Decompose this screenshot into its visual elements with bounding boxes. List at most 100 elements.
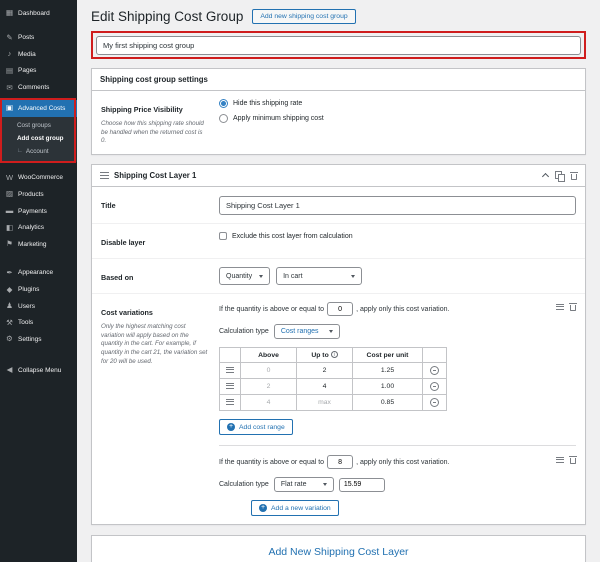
cost-range-row: 2 4 1.00: [219, 378, 447, 396]
radio-min-label: Apply minimum shipping cost: [233, 115, 324, 122]
flat-rate-amount-input[interactable]: [338, 477, 385, 492]
delete-variation-icon[interactable]: [568, 302, 577, 312]
condition-prefix: If the quantity is above or equal to: [219, 458, 325, 466]
appearance-icon: ✒: [6, 267, 13, 277]
cost-variations-description: Only the highest matching cost variation…: [101, 323, 208, 365]
radio-unchecked-icon: [219, 114, 228, 123]
exclude-layer-checkbox[interactable]: Exclude this cost layer from calculation: [219, 232, 576, 241]
sidebar-item-payments[interactable]: ▬ Payments: [0, 203, 77, 220]
sidebar-item-marketing[interactable]: ⚑ Marketing: [0, 236, 77, 253]
variation-2-threshold-input[interactable]: [327, 455, 354, 470]
upto-value[interactable]: 2: [296, 362, 353, 380]
radio-hide-label: Hide this shipping rate: [233, 100, 303, 107]
sidebar-item-tools[interactable]: ⚒ Tools: [0, 315, 77, 332]
sidebar-item-dashboard[interactable]: ▦ Dashboard: [0, 5, 77, 22]
info-icon[interactable]: i: [330, 351, 338, 359]
add-variation-button[interactable]: + Add a new variation: [251, 500, 339, 517]
based-on-scope-value: In cart: [283, 272, 303, 280]
add-new-layer-button[interactable]: Add New Shipping Cost Layer: [91, 535, 586, 562]
delete-variation-icon[interactable]: [568, 455, 577, 465]
group-name-input[interactable]: [96, 36, 581, 55]
sidebar-item-plugins[interactable]: ◆ Plugins: [0, 282, 77, 299]
sidebar-item-appearance[interactable]: ✒ Appearance: [0, 265, 77, 282]
sidebar-item-comments[interactable]: ✉ Comments: [0, 80, 77, 97]
sidebar-item-posts[interactable]: ✎ Posts: [0, 30, 77, 47]
sidebar-item-pages[interactable]: ▤ Pages: [0, 63, 77, 80]
variation-2-calc-type-select[interactable]: Flat rate: [273, 477, 334, 493]
remove-range-icon[interactable]: [430, 366, 439, 376]
variation-drag-handle-icon[interactable]: [556, 456, 564, 463]
upto-value: max: [296, 394, 353, 412]
cost-value[interactable]: 0.85: [352, 394, 423, 412]
plus-icon: +: [259, 504, 267, 513]
variation-2-actions: [556, 455, 577, 465]
row-drag-handle-icon[interactable]: [226, 398, 234, 405]
settings-box-title: Shipping cost group settings: [100, 75, 208, 84]
variation-1-threshold-input[interactable]: [327, 302, 354, 317]
cost-range-row: 0 2 1.25: [219, 362, 447, 380]
sidebar-item-label: Settings: [18, 335, 42, 343]
delete-layer-icon[interactable]: [569, 171, 578, 181]
sidebar-item-label: Appearance: [18, 269, 54, 277]
remove-range-icon[interactable]: [430, 398, 439, 408]
woocommerce-icon: W: [5, 172, 14, 182]
cost-value[interactable]: 1.00: [352, 378, 423, 396]
based-on-label: Based on: [101, 273, 134, 283]
sidebar-subitem-cost-groups[interactable]: Cost groups: [0, 119, 77, 132]
calc-type-label: Calculation type: [219, 328, 269, 336]
layer-title-input[interactable]: [219, 196, 576, 216]
layer-drag-handle-icon[interactable]: [100, 172, 109, 180]
sidebar-item-users[interactable]: ♟ Users: [0, 298, 77, 315]
sidebar-item-products[interactable]: ▨ Products: [0, 186, 77, 203]
sidebar-item-settings[interactable]: ⚙ Settings: [0, 331, 77, 348]
disable-label-cell: Disable layer: [101, 232, 219, 250]
based-on-label-cell: Based on: [101, 267, 219, 285]
collapse-menu-icon: ◀: [6, 365, 13, 374]
sidebar-item-label: Analytics: [18, 224, 45, 232]
cost-range-row: 4 max 0.85: [219, 394, 447, 412]
visibility-row: Shipping Price Visibility Choose how thi…: [92, 91, 585, 154]
sidebar-item-collapse-menu[interactable]: ◀ Collapse Menu: [0, 362, 77, 379]
duplicate-layer-icon[interactable]: [555, 171, 565, 182]
visibility-options: Hide this shipping rate Apply minimum sh…: [219, 99, 576, 146]
add-cost-range-button[interactable]: + Add cost range: [219, 419, 293, 436]
collapse-layer-icon[interactable]: [541, 172, 550, 181]
advanced-costs-icon: ▣: [5, 103, 14, 113]
page-header: Edit Shipping Cost Group Add new shippin…: [91, 9, 586, 24]
plugins-icon: ◆: [6, 284, 13, 294]
cost-value[interactable]: 1.25: [352, 362, 423, 380]
layer-header: Shipping Cost Layer 1: [92, 165, 585, 188]
sidebar-item-media[interactable]: ♪ Media: [0, 46, 77, 63]
disable-field-cell: Exclude this cost layer from calculation: [219, 232, 576, 250]
sidebar-item-label: Payments: [18, 207, 47, 215]
radio-apply-minimum-cost[interactable]: Apply minimum shipping cost: [219, 114, 576, 123]
row-drag-handle-icon[interactable]: [226, 366, 234, 373]
title-label-cell: Title: [101, 195, 219, 215]
above-value: 4: [240, 394, 297, 412]
admin-sidebar: ▦ Dashboard ✎ Posts ♪ Media ▤ Pages ✉ Co…: [0, 0, 77, 562]
row-drag-handle-icon[interactable]: [226, 382, 234, 389]
radio-hide-shipping-rate[interactable]: Hide this shipping rate: [219, 99, 576, 108]
calc-type-value: Cost ranges: [280, 328, 319, 336]
remove-column-header: [422, 347, 447, 364]
sidebar-item-analytics[interactable]: ◧ Analytics: [0, 220, 77, 237]
variation-1-condition: If the quantity is above or equal to , a…: [219, 302, 546, 317]
sidebar-item-woocommerce[interactable]: W WooCommerce: [0, 170, 77, 187]
posts-icon: ✎: [6, 32, 13, 42]
sidebar-subitem-add-cost-group[interactable]: Add cost group: [0, 132, 77, 145]
based-on-scope-select[interactable]: In cart: [276, 267, 363, 286]
variation-1-calc-type-select[interactable]: Cost ranges: [273, 324, 340, 340]
remove-range-icon[interactable]: [430, 382, 439, 392]
variation-drag-handle-icon[interactable]: [556, 303, 564, 310]
plus-icon: +: [227, 423, 235, 432]
settings-box-header: Shipping cost group settings: [92, 69, 585, 91]
upto-value[interactable]: 4: [296, 378, 353, 396]
sidebar-item-advanced-costs[interactable]: ▣ Advanced Costs: [0, 100, 77, 117]
exclude-layer-label: Exclude this cost layer from calculation: [232, 232, 353, 240]
condition-suffix: , apply only this cost variation.: [356, 305, 450, 313]
sidebar-subitem-account[interactable]: ∟ Account: [0, 145, 77, 158]
based-on-quantity-value: Quantity: [226, 272, 253, 280]
radio-checked-icon: [219, 99, 228, 108]
add-new-group-button[interactable]: Add new shipping cost group: [252, 9, 356, 24]
based-on-quantity-select[interactable]: Quantity: [219, 267, 271, 286]
